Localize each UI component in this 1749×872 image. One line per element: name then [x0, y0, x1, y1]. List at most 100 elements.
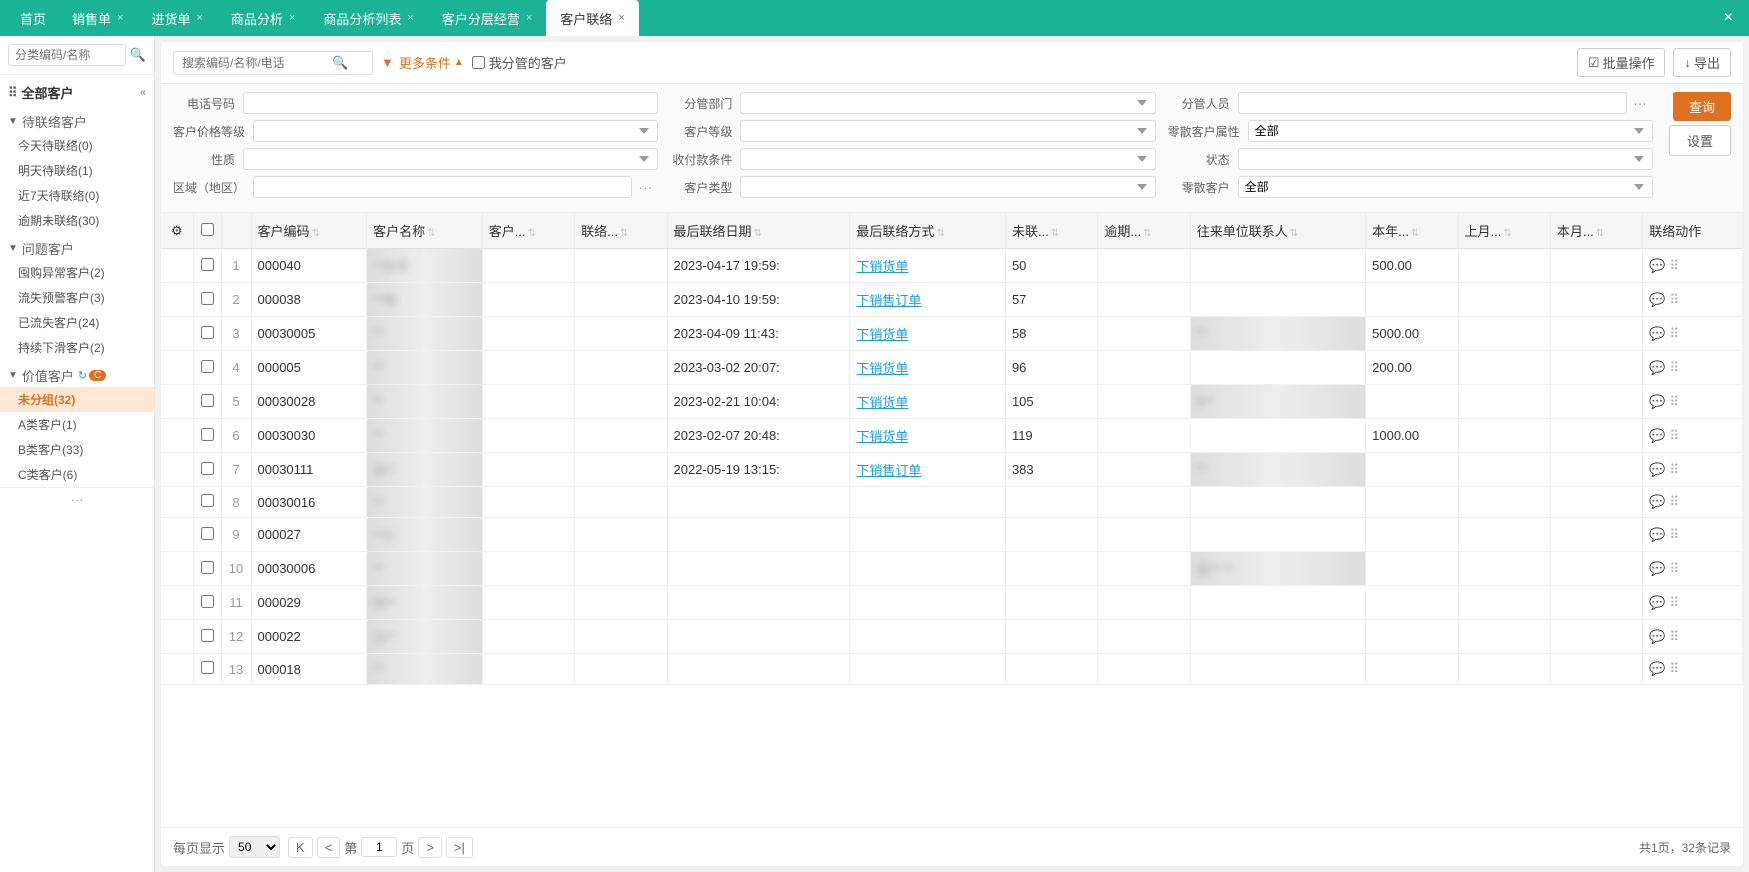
- batch-ops-button[interactable]: ☑ 批量操作: [1577, 48, 1666, 77]
- method-link[interactable]: 下销货单: [856, 429, 908, 444]
- close-purchase-icon[interactable]: ×: [196, 12, 202, 24]
- per-page-select[interactable]: 50 20 100: [229, 836, 280, 858]
- nature-select[interactable]: [243, 148, 658, 170]
- price-grade-select[interactable]: [253, 120, 658, 142]
- method-link[interactable]: 下销售订单: [856, 463, 921, 478]
- cell-checkbox[interactable]: [193, 654, 221, 685]
- last-page-btn[interactable]: >|: [446, 837, 473, 858]
- sidebar-item-tomorrow[interactable]: 明天待联络(1): [0, 158, 154, 183]
- cell-last-method[interactable]: 下销货单: [850, 249, 1006, 283]
- sidebar-bottom-bar[interactable]: ···: [0, 487, 154, 511]
- more-action-icon[interactable]: ⠿: [1669, 629, 1679, 645]
- method-link[interactable]: 下销货单: [856, 395, 908, 410]
- method-link[interactable]: 下销货单: [856, 361, 908, 376]
- dept-select[interactable]: [740, 92, 1155, 114]
- sidebar-item-overdue[interactable]: 逾期未联络(30): [0, 208, 154, 233]
- chat-icon[interactable]: 💬: [1649, 595, 1665, 611]
- cell-checkbox[interactable]: [193, 351, 221, 385]
- method-link[interactable]: 下销货单: [856, 327, 908, 342]
- settings-icon[interactable]: ⚙: [171, 223, 183, 238]
- payment-select[interactable]: [740, 148, 1155, 170]
- sidebar-item-abnormal[interactable]: 囤购异常客户(2): [0, 260, 154, 285]
- scatter-select[interactable]: 全部: [1238, 176, 1653, 198]
- more-action-icon[interactable]: ⠿: [1669, 394, 1679, 410]
- cell-checkbox[interactable]: [193, 518, 221, 552]
- cell-last-method[interactable]: 下销售订单: [850, 453, 1006, 487]
- method-link[interactable]: 下销货单: [856, 259, 908, 274]
- cell-last-method[interactable]: [850, 586, 1006, 620]
- col-overdue[interactable]: 逾期...⇅: [1098, 213, 1190, 249]
- col-contact-person[interactable]: 往来单位联系人⇅: [1190, 213, 1365, 249]
- collapse-icon[interactable]: «: [140, 87, 146, 99]
- method-link[interactable]: 下销售订单: [856, 293, 921, 308]
- col-type[interactable]: 客户...⇅: [482, 213, 574, 249]
- close-contact-icon[interactable]: ×: [618, 12, 624, 24]
- cell-checkbox[interactable]: [193, 586, 221, 620]
- col-last-contact-method[interactable]: 最后联络方式⇅: [850, 213, 1006, 249]
- refresh-icon[interactable]: ↻: [78, 369, 87, 382]
- cell-action[interactable]: 💬 ⠿: [1643, 518, 1743, 552]
- sidebar-item-declining[interactable]: 持续下滑客户(2): [0, 335, 154, 360]
- first-page-btn[interactable]: K: [288, 837, 313, 858]
- query-button[interactable]: 查询: [1673, 92, 1731, 121]
- chat-icon[interactable]: 💬: [1649, 561, 1665, 577]
- sidebar-item-ungrouped[interactable]: 未分组(32): [0, 387, 154, 412]
- tab-sales[interactable]: 销售单 ×: [58, 0, 137, 36]
- cell-last-method[interactable]: [850, 487, 1006, 518]
- cell-last-method[interactable]: 下销货单: [850, 317, 1006, 351]
- sidebar-item-today[interactable]: 今天待联络(0): [0, 133, 154, 158]
- col-settings[interactable]: ⚙: [161, 213, 193, 249]
- close-segment-icon[interactable]: ×: [526, 12, 532, 24]
- group-value[interactable]: ▼ 价值客户 ↻ C: [0, 360, 154, 387]
- cell-action[interactable]: 💬 ⠿: [1643, 654, 1743, 685]
- more-action-icon[interactable]: ⠿: [1669, 360, 1679, 376]
- chat-icon[interactable]: 💬: [1649, 462, 1665, 478]
- person-input[interactable]: [1238, 92, 1627, 114]
- col-last-contact-date[interactable]: 最后联络日期⇅: [667, 213, 850, 249]
- cell-action[interactable]: 💬 ⠿: [1643, 249, 1743, 283]
- chat-icon[interactable]: 💬: [1649, 394, 1665, 410]
- scatter-attr-select[interactable]: 全部: [1248, 120, 1653, 142]
- more-action-icon[interactable]: ⠿: [1669, 527, 1679, 543]
- page-input[interactable]: [361, 837, 397, 857]
- sidebar-item-class-a[interactable]: A类客户(1): [0, 412, 154, 437]
- group-pending[interactable]: ▼ 待联络客户: [0, 106, 154, 133]
- more-action-icon[interactable]: ⠿: [1669, 462, 1679, 478]
- sidebar-item-churned[interactable]: 已流失客户(24): [0, 310, 154, 335]
- more-conditions-btn[interactable]: ▼ 更多条件 ▲: [381, 53, 464, 72]
- cell-last-method[interactable]: [850, 654, 1006, 685]
- export-button[interactable]: ↓ 导出: [1673, 48, 1731, 77]
- cell-checkbox[interactable]: [193, 385, 221, 419]
- sidebar-search-input[interactable]: [8, 44, 126, 66]
- prev-page-btn[interactable]: <: [317, 837, 341, 858]
- more-action-icon[interactable]: ⠿: [1669, 661, 1679, 677]
- cell-action[interactable]: 💬 ⠿: [1643, 620, 1743, 654]
- chat-icon[interactable]: 💬: [1649, 292, 1665, 308]
- tab-customer-segment[interactable]: 客户分层经营 ×: [428, 0, 546, 36]
- cell-last-method[interactable]: [850, 518, 1006, 552]
- chat-icon[interactable]: 💬: [1649, 326, 1665, 342]
- cell-checkbox[interactable]: [193, 419, 221, 453]
- sidebar-item-class-c[interactable]: C类客户(6): [0, 462, 154, 487]
- tab-goods-analysis-list[interactable]: 商品分析列表 ×: [309, 0, 427, 36]
- my-customers-checkbox[interactable]: 我分管的客户: [472, 53, 567, 72]
- cell-last-method[interactable]: 下销货单: [850, 385, 1006, 419]
- cell-action[interactable]: 💬 ⠿: [1643, 453, 1743, 487]
- more-action-icon[interactable]: ⠿: [1669, 561, 1679, 577]
- cell-action[interactable]: 💬 ⠿: [1643, 385, 1743, 419]
- group-problem[interactable]: ▼ 问题客户: [0, 233, 154, 260]
- home-tab[interactable]: 首页: [8, 0, 58, 36]
- sidebar-search-icon[interactable]: 🔍: [130, 47, 146, 63]
- chat-icon[interactable]: 💬: [1649, 629, 1665, 645]
- close-goods-list-icon[interactable]: ×: [407, 12, 413, 24]
- reset-button[interactable]: 设置: [1669, 125, 1731, 156]
- search-box[interactable]: 🔍: [173, 51, 373, 75]
- cell-action[interactable]: 💬 ⠿: [1643, 419, 1743, 453]
- more-action-icon[interactable]: ⠿: [1669, 428, 1679, 444]
- more-action-icon[interactable]: ⠿: [1669, 494, 1679, 510]
- next-page-btn[interactable]: >: [418, 837, 442, 858]
- chat-icon[interactable]: 💬: [1649, 428, 1665, 444]
- cell-checkbox[interactable]: [193, 453, 221, 487]
- cust-type-select[interactable]: [740, 176, 1155, 198]
- close-goods-analysis-icon[interactable]: ×: [289, 12, 295, 24]
